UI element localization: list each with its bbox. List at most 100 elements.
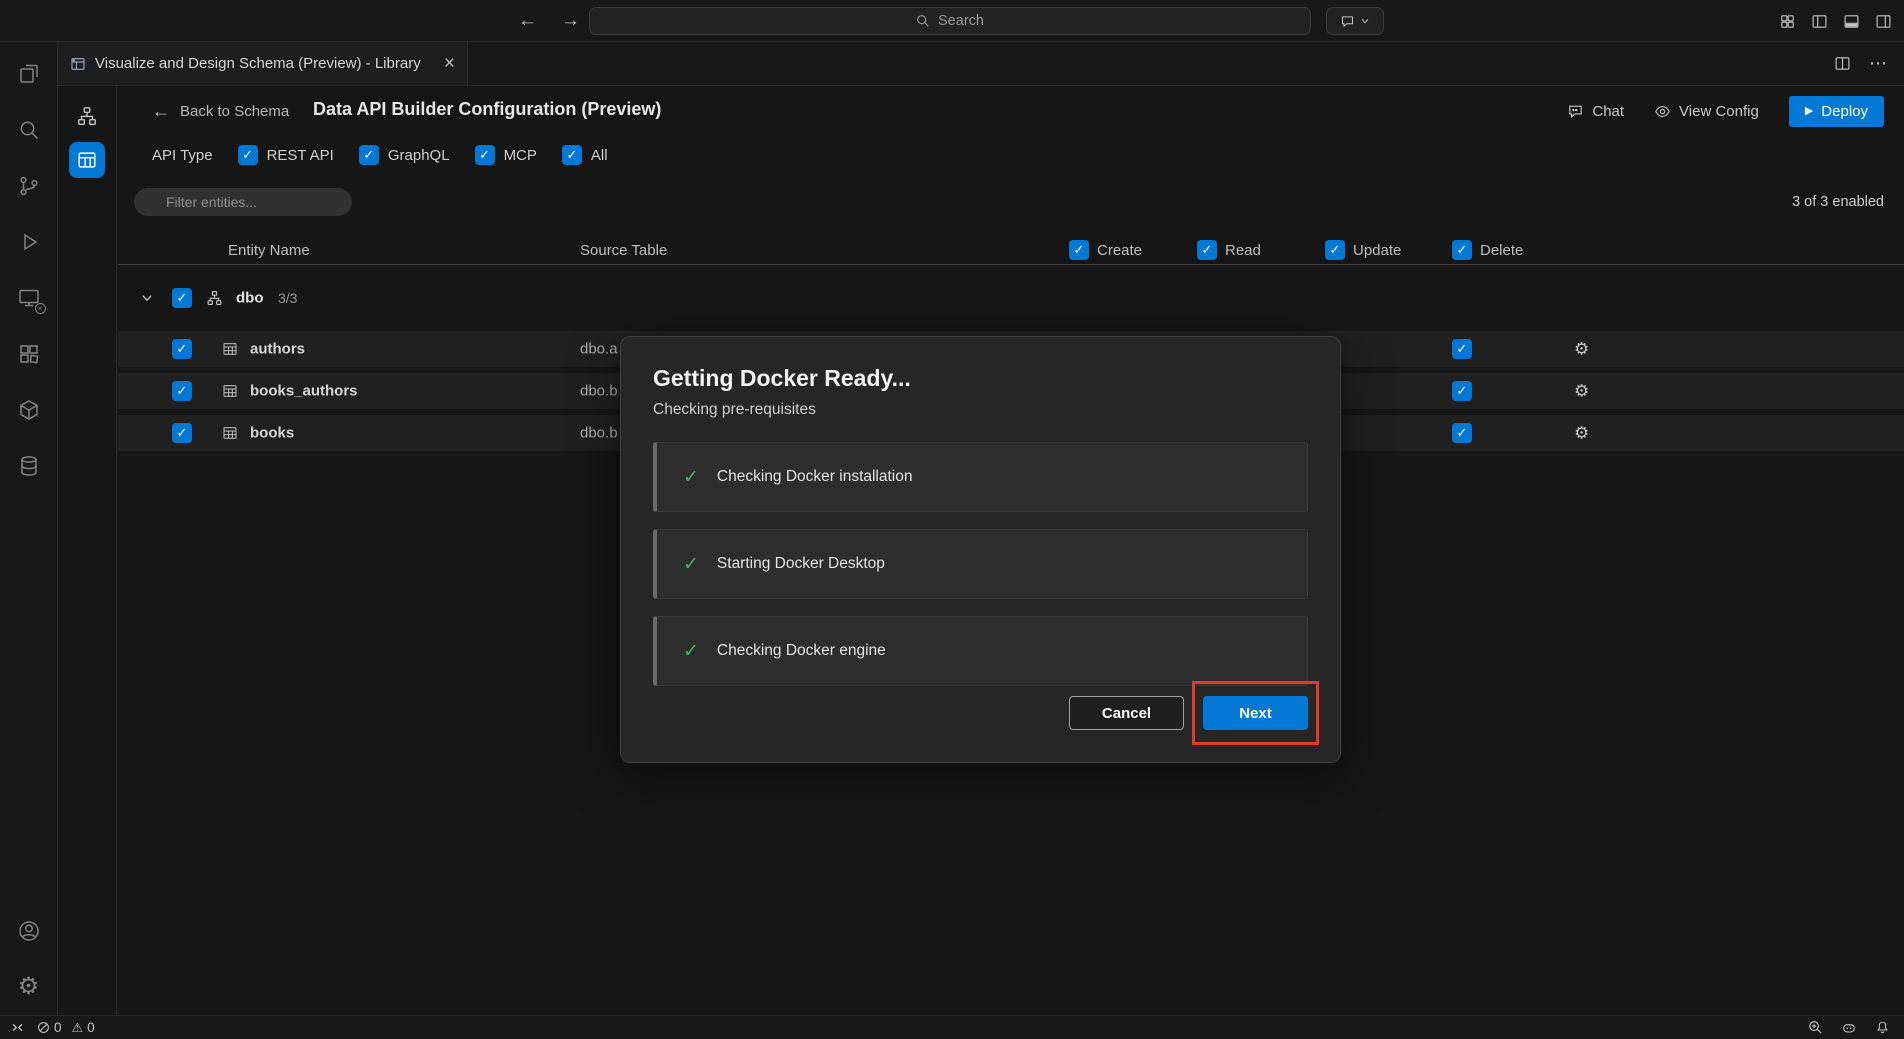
step-label: Starting Docker Desktop — [717, 555, 885, 573]
problems-indicator[interactable]: 0 ⚠ 0 — [37, 1020, 95, 1035]
back-label: Back to Schema — [180, 103, 289, 120]
row-checkbox[interactable] — [172, 381, 192, 401]
schema-file-icon — [70, 56, 86, 72]
check-icon: ✓ — [683, 553, 699, 576]
play-icon: ▶ — [1805, 106, 1813, 117]
remote-explorer-icon[interactable]: × — [0, 270, 58, 326]
schema-icon — [206, 290, 223, 307]
checkbox-rest-api[interactable] — [238, 145, 258, 165]
titlebar: ← → Search — [0, 0, 1904, 42]
customize-layout-icon[interactable] — [1779, 13, 1796, 30]
check-icon: ✓ — [683, 466, 699, 489]
row-settings-gear-icon[interactable]: ⚙ — [1574, 425, 1589, 442]
errors-count: 0 — [54, 1020, 62, 1035]
delete-checkbox[interactable] — [1452, 339, 1472, 359]
checkbox-create-all[interactable] — [1069, 240, 1089, 260]
api-type-label: API Type — [152, 147, 213, 164]
explorer-icon[interactable] — [0, 46, 58, 102]
table-header: Entity Name Source Table Create Read Upd… — [118, 235, 1904, 265]
back-to-schema-link[interactable]: ← Back to Schema — [152, 101, 289, 122]
deploy-label: Deploy — [1821, 103, 1868, 120]
tab-bar: Visualize and Design Schema (Preview) - … — [58, 42, 1904, 86]
split-editor-icon[interactable] — [1834, 55, 1851, 72]
copilot-menu[interactable] — [1326, 7, 1384, 35]
row-settings-gear-icon[interactable]: ⚙ — [1574, 383, 1589, 400]
zoom-icon[interactable] — [1808, 1020, 1823, 1035]
step-label: Checking Docker installation — [717, 468, 913, 486]
update-label: Update — [1353, 242, 1401, 259]
source-table: dbo.b — [580, 425, 618, 442]
checkbox-update-all[interactable] — [1325, 240, 1345, 260]
container-cube-icon[interactable] — [0, 382, 58, 438]
delete-label: Delete — [1480, 242, 1523, 259]
filter-entities-input[interactable] — [134, 188, 352, 216]
rest-api-label: REST API — [267, 147, 334, 164]
cancel-button[interactable]: Cancel — [1069, 696, 1184, 730]
checkbox-read-all[interactable] — [1197, 240, 1217, 260]
api-option-rest: REST API — [238, 145, 334, 165]
source-control-icon[interactable] — [0, 158, 58, 214]
remote-indicator-icon[interactable] — [10, 1020, 25, 1035]
delete-checkbox[interactable] — [1452, 381, 1472, 401]
delete-checkbox[interactable] — [1452, 423, 1472, 443]
toggle-secondary-sidebar-icon[interactable] — [1875, 13, 1892, 30]
extensions-icon[interactable] — [0, 326, 58, 382]
status-bar: 0 ⚠ 0 — [0, 1015, 1904, 1039]
more-actions-icon[interactable]: ⋯ — [1869, 53, 1888, 74]
toggle-panel-icon[interactable] — [1843, 13, 1860, 30]
entity-name: authors — [250, 341, 305, 358]
step-label: Checking Docker engine — [717, 642, 886, 660]
chat-bubble-icon — [1340, 14, 1355, 29]
column-delete: Delete — [1452, 235, 1523, 265]
api-option-all: All — [562, 145, 608, 165]
tab-visualize-design-schema[interactable]: Visualize and Design Schema (Preview) - … — [58, 42, 468, 85]
chat-icon — [1567, 103, 1584, 120]
run-debug-icon[interactable] — [0, 214, 58, 270]
chat-button[interactable]: Chat — [1567, 103, 1624, 120]
entity-name: books — [250, 425, 294, 442]
disconnected-badge: × — [35, 303, 46, 314]
eye-icon — [1654, 103, 1671, 120]
group-name: dbo — [236, 290, 264, 307]
webview-rail — [58, 86, 117, 1015]
row-checkbox[interactable] — [172, 423, 192, 443]
dab-config-view-icon[interactable] — [69, 142, 105, 178]
schema-designer-view-icon[interactable] — [69, 98, 105, 134]
row-settings-gear-icon[interactable]: ⚙ — [1574, 341, 1589, 358]
column-source-table: Source Table — [580, 235, 667, 265]
toggle-primary-sidebar-icon[interactable] — [1811, 13, 1828, 30]
dialog-title: Getting Docker Ready... — [653, 365, 1308, 392]
source-table: dbo.a — [580, 341, 618, 358]
nav-back-icon[interactable]: ← — [518, 10, 537, 32]
database-icon[interactable] — [0, 438, 58, 494]
enabled-count: 3 of 3 enabled — [1792, 194, 1884, 210]
search-view-icon[interactable] — [0, 102, 58, 158]
back-arrow-icon: ← — [152, 101, 170, 122]
tab-title: Visualize and Design Schema (Preview) - … — [95, 55, 421, 72]
view-config-button[interactable]: View Config — [1654, 103, 1759, 120]
group-checkbox[interactable] — [172, 288, 192, 308]
settings-gear-icon[interactable]: ⚙ — [0, 959, 58, 1015]
step-docker-installation: ✓ Checking Docker installation — [653, 442, 1308, 512]
checkbox-mcp[interactable] — [475, 145, 495, 165]
group-chevron-down-icon[interactable] — [140, 291, 154, 305]
command-center-search[interactable]: Search — [589, 7, 1311, 35]
next-button[interactable]: Next — [1203, 696, 1308, 730]
chat-label: Chat — [1592, 103, 1624, 120]
schema-group-row: dbo 3/3 — [118, 278, 1904, 318]
notifications-bell-icon[interactable] — [1875, 1020, 1890, 1035]
column-entity-name: Entity Name — [228, 235, 310, 265]
nav-forward-icon[interactable]: → — [561, 10, 580, 32]
row-checkbox[interactable] — [172, 339, 192, 359]
checkbox-all[interactable] — [562, 145, 582, 165]
tab-close-icon[interactable]: × — [444, 54, 455, 73]
checkbox-delete-all[interactable] — [1452, 240, 1472, 260]
group-count: 3/3 — [278, 290, 297, 306]
copilot-status-icon[interactable] — [1841, 1020, 1857, 1036]
api-option-graphql: GraphQL — [359, 145, 450, 165]
deploy-button[interactable]: ▶ Deploy — [1789, 96, 1884, 127]
checkbox-graphql[interactable] — [359, 145, 379, 165]
step-docker-desktop: ✓ Starting Docker Desktop — [653, 529, 1308, 599]
check-icon: ✓ — [683, 640, 699, 663]
account-icon[interactable] — [0, 903, 58, 959]
